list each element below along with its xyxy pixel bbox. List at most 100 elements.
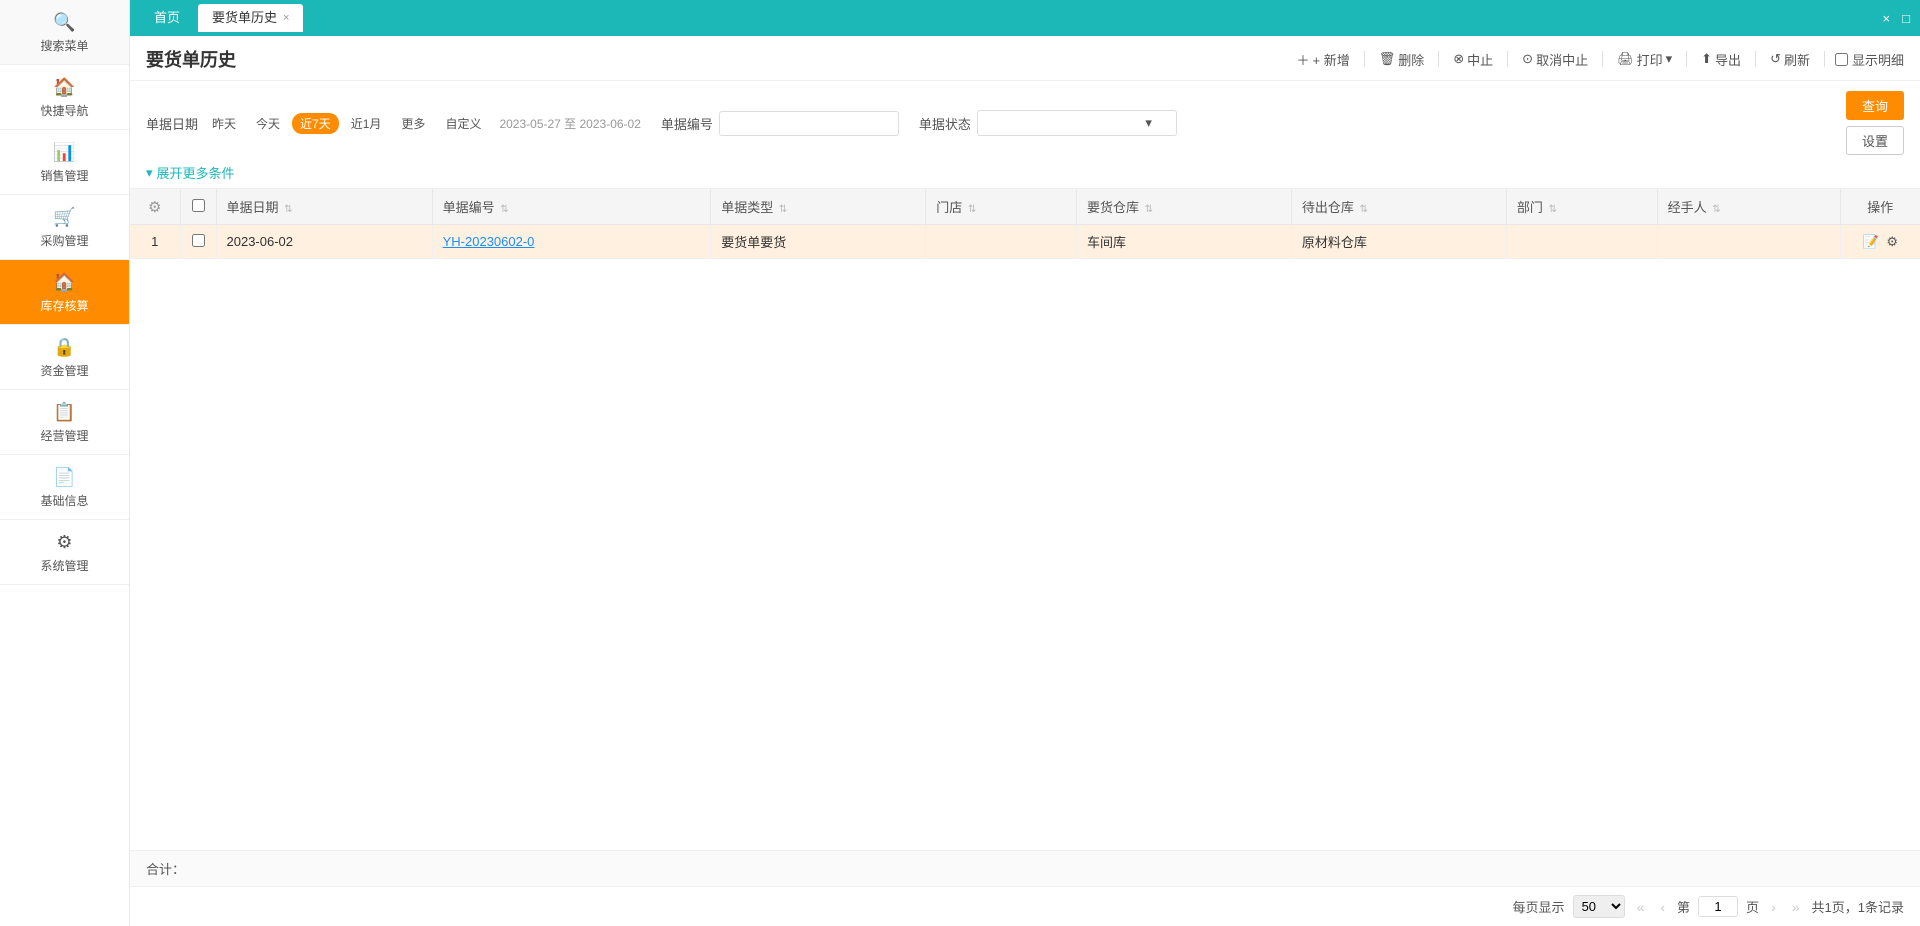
export-button[interactable]: ⬆ 导出 [1697,48,1745,71]
system-icon: ⚙ [56,532,72,553]
date-range-display: 2023-05-27 至 2023-06-02 [499,115,640,132]
new-button[interactable]: ＋ + 新增 [1292,48,1353,71]
table-row: 1 2023-06-02 YH-20230602-0 要货单要货 [130,225,1920,259]
more-btn[interactable]: 更多 [393,113,433,134]
col-setting: ⚙ [130,189,180,225]
cancel-suspend-button[interactable]: ⊙ 取消中止 [1518,48,1592,71]
sidebar-item-quick-nav[interactable]: 🏠 快捷导航 [0,65,129,130]
sales-icon: 📊 [53,142,75,163]
doc-no-input[interactable] [719,111,899,136]
sidebar-item-finance[interactable]: 🔒 资金管理 [0,325,129,390]
settings-button[interactable]: 设置 [1846,126,1904,155]
first-page-btn[interactable]: « [1633,897,1649,917]
col-req-warehouse: 要货仓库 ⇅ [1076,189,1291,225]
sort-handler-icon[interactable]: ⇅ [1712,204,1720,215]
status-filter-item: 单据状态 ▾ [919,110,1177,136]
near7days-btn[interactable]: 近7天 [292,113,339,134]
cell-check [180,225,216,259]
inventory-icon: 🏠 [53,272,75,293]
doc-no-link[interactable]: YH-20230602-0 [443,234,535,249]
sort-doc-no-icon[interactable]: ⇅ [500,204,508,215]
col-ops: 操作 [1840,189,1920,225]
status-label: 单据状态 [919,114,971,133]
cell-req-warehouse: 车间库 [1076,225,1291,259]
page-of-label: 页 [1746,897,1759,916]
doc-no-filter-item: 单据编号 [661,111,899,136]
page-number-input[interactable] [1698,896,1738,917]
data-table: ⚙ 单据日期 ⇅ 单据编号 ⇅ [130,189,1920,259]
sidebar-item-basic-info[interactable]: 📄 基础信息 [0,455,129,520]
new-icon: ＋ [1296,50,1309,69]
window-close-btn[interactable]: × [1883,11,1891,26]
refresh-icon: ↺ [1770,51,1781,67]
sidebar-item-operations[interactable]: 📋 经营管理 [0,390,129,455]
export-icon: ⬆ [1701,51,1712,67]
finance-icon: 🔒 [53,337,75,358]
expand-more-conditions[interactable]: ▾ 展开更多条件 [146,163,1904,182]
page-label: 第 [1677,897,1690,916]
sort-doc-type-icon[interactable]: ⇅ [779,204,787,215]
near1month-btn[interactable]: 近1月 [343,113,390,134]
tab-home[interactable]: 首页 [140,4,194,32]
table-footer: 合计： [130,850,1920,886]
row-edit-btn[interactable]: 📝 [1863,234,1879,250]
tab-bar-right: × □ [1883,11,1910,26]
sidebar-item-system[interactable]: ⚙ 系统管理 [0,520,129,585]
tab-bar: 首页 要货单历史 × × □ [130,0,1920,36]
sidebar: 🔍 搜索菜单 🏠 快捷导航 📊 销售管理 🛒 采购管理 🏠 库存核算 🔒 资金管… [0,0,130,926]
col-doc-date: 单据日期 ⇅ [216,189,432,225]
header-settings-icon[interactable]: ⚙ [148,199,161,216]
sort-dept-icon[interactable]: ⇅ [1549,204,1557,215]
suspend-icon: ⊗ [1453,51,1464,67]
sidebar-item-search-menu[interactable]: 🔍 搜索菜单 [0,0,129,65]
operations-icon: 📋 [53,402,75,423]
search-buttons: 查询 设置 [1846,91,1904,155]
next-page-btn[interactable]: › [1767,897,1780,917]
refresh-button[interactable]: ↺ 刷新 [1766,48,1814,71]
row-detail-btn[interactable]: ⚙ [1886,234,1898,250]
divider-2 [1438,51,1439,67]
total-info: 共1页，1条记录 [1812,897,1904,916]
prev-page-btn[interactable]: ‹ [1656,897,1669,917]
sidebar-item-sales[interactable]: 📊 销售管理 [0,130,129,195]
cancel-suspend-icon: ⊙ [1522,51,1533,67]
expand-icon: ▾ [146,165,153,181]
check-all-checkbox[interactable] [192,199,205,212]
print-button[interactable]: 🖨 打印 ▾ [1613,48,1676,71]
tab-close-icon[interactable]: × [283,4,289,32]
date-filter-label: 单据日期 [146,114,198,133]
page-title: 要货单历史 [146,46,236,72]
sort-pending-wh-icon[interactable]: ⇅ [1360,204,1368,215]
quick-nav-icon: 🏠 [53,77,75,98]
suspend-button[interactable]: ⊗ 中止 [1449,48,1497,71]
status-select[interactable]: ▾ [977,110,1177,136]
cell-dept [1506,225,1657,259]
row-checkbox[interactable] [192,234,205,247]
yesterday-btn[interactable]: 昨天 [204,113,244,134]
cell-doc-no[interactable]: YH-20230602-0 [432,225,711,259]
sort-doc-date-icon[interactable]: ⇅ [284,204,292,215]
divider-7 [1824,51,1825,67]
col-doc-type: 单据类型 ⇅ [711,189,926,225]
per-page-select[interactable]: 50 100 200 [1573,895,1625,918]
sidebar-item-purchase[interactable]: 🛒 采购管理 [0,195,129,260]
basic-info-icon: 📄 [53,467,75,488]
delete-button[interactable]: 🗑 删除 [1375,48,1429,71]
display-detail-checkbox[interactable] [1835,53,1848,66]
sort-store-icon[interactable]: ⇅ [968,204,976,215]
col-doc-no: 单据编号 ⇅ [432,189,711,225]
date-filter-item: 单据日期 昨天 今天 近7天 近1月 更多 自定义 2023-05-27 至 2… [146,113,641,134]
last-page-btn[interactable]: » [1788,897,1804,917]
display-detail-toggle[interactable]: 显示明细 [1835,50,1904,69]
page-content: 要货单历史 ＋ + 新增 🗑 删除 ⊗ 中止 ⊙ [130,36,1920,926]
toolbar: ＋ + 新增 🗑 删除 ⊗ 中止 ⊙ 取消中止 [1292,48,1904,71]
query-button[interactable]: 查询 [1846,91,1904,120]
print-dropdown-icon: ▾ [1666,51,1673,67]
sidebar-item-inventory[interactable]: 🏠 库存核算 [0,260,129,325]
custom-btn[interactable]: 自定义 [437,113,489,134]
sort-req-wh-icon[interactable]: ⇅ [1145,204,1153,215]
today-btn[interactable]: 今天 [248,113,288,134]
tab-yh-history[interactable]: 要货单历史 × [198,4,303,32]
window-maximize-btn[interactable]: □ [1902,11,1910,26]
col-store: 门店 ⇅ [926,189,1077,225]
